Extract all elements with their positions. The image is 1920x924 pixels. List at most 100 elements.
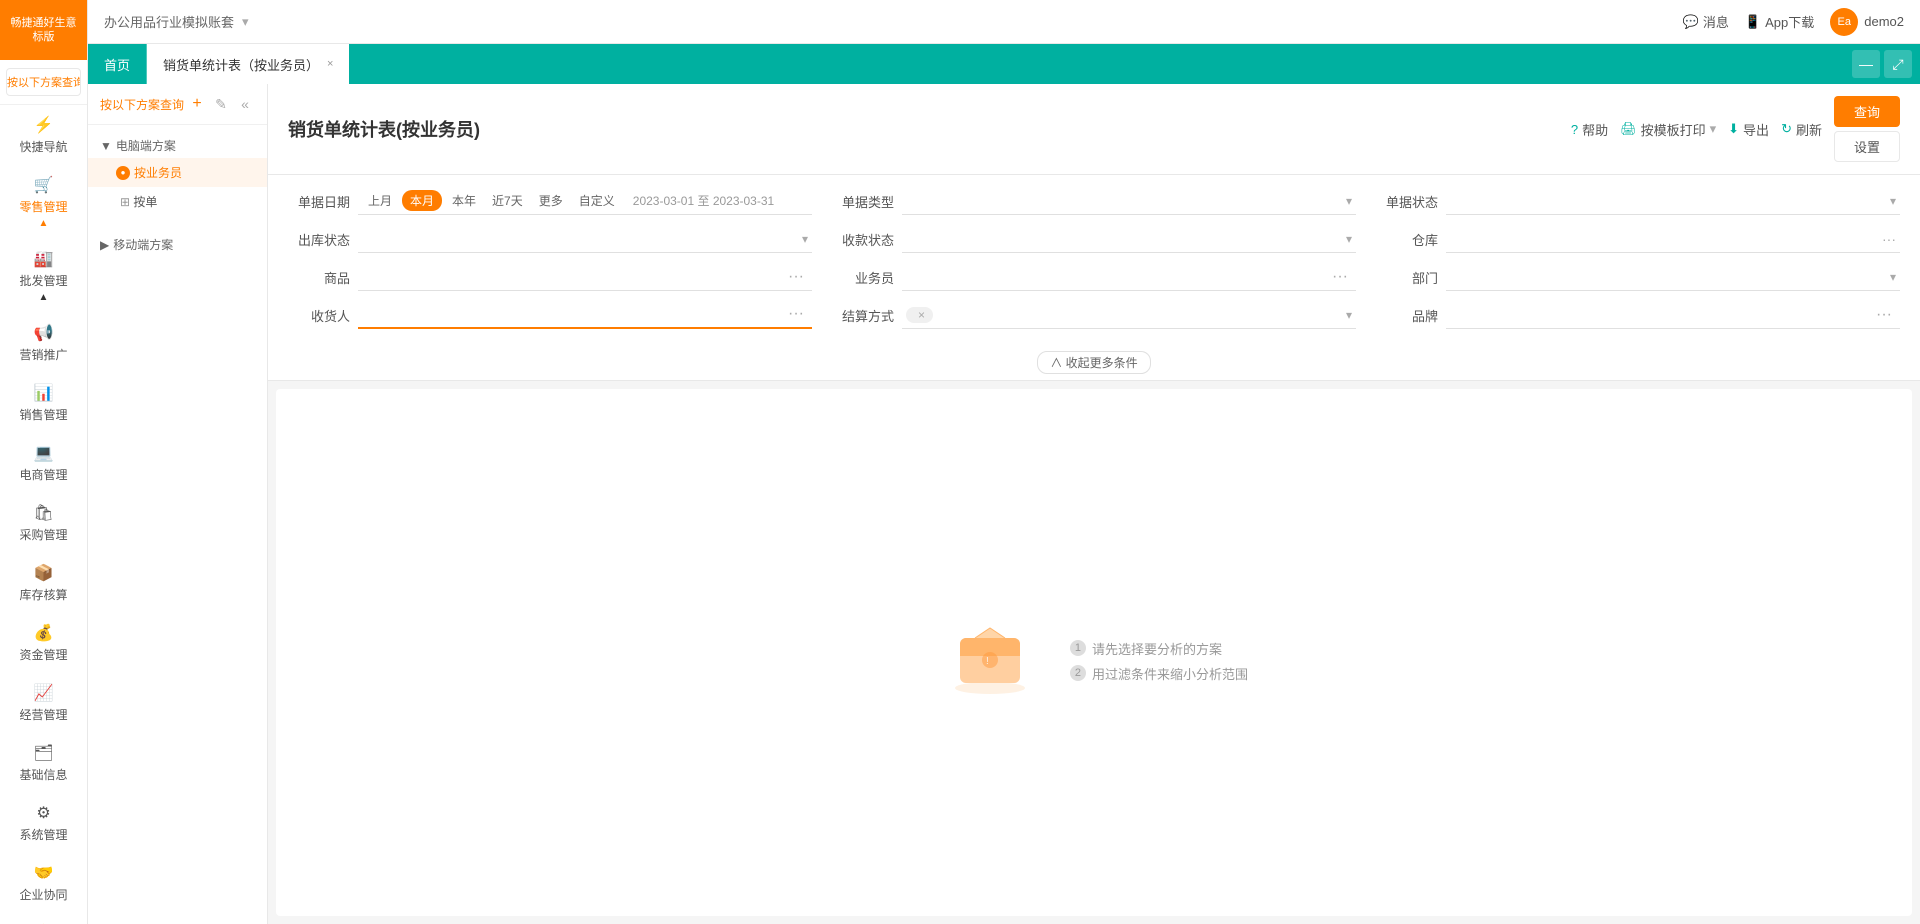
search-menu-button[interactable]: 按以下方案查询	[6, 68, 81, 96]
empty-illustration: !	[940, 608, 1040, 698]
sidebar-item-label: 企业协同	[19, 886, 67, 903]
goods-filter: 商品 ···	[288, 263, 812, 291]
avatar: Ea	[1830, 8, 1858, 36]
message-icon: 💬	[1683, 14, 1699, 30]
print-btn[interactable]: 🖨 按模板打印 ▾	[1620, 120, 1716, 139]
collapse-more-btn[interactable]: ∧ 收起更多条件	[1037, 351, 1150, 374]
order-status-chevron: ▾	[1890, 194, 1896, 208]
consignee-filter: 收货人 ···	[288, 301, 812, 329]
salesman-control[interactable]: ···	[902, 263, 1356, 291]
sidebar: 畅捷通好生意 标版 按以下方案查询 ⚡ 快捷导航 🛒 零售管理 ▲ 🏭 批发管理…	[0, 0, 88, 924]
brand-dots[interactable]: ···	[1872, 306, 1896, 324]
setting-button[interactable]: 设置	[1834, 131, 1900, 162]
sidebar-item-wholesale[interactable]: 🏭 批发管理 ▲	[0, 239, 87, 313]
app-logo[interactable]: 畅捷通好生意 标版	[0, 0, 88, 60]
warehouse-dots[interactable]: ···	[1882, 231, 1896, 247]
sidebar-item-system[interactable]: ⚙ 系统管理	[0, 793, 87, 853]
sidebar-item-label: 资金管理	[19, 646, 67, 663]
dept-control[interactable]: ▾	[1446, 263, 1900, 291]
add-scheme-btn[interactable]: +	[187, 94, 207, 114]
sidebar-item-finance[interactable]: 💰 资金管理	[0, 613, 87, 673]
query-button[interactable]: 查询	[1834, 96, 1900, 127]
order-status-control[interactable]: ▾	[1446, 187, 1900, 215]
out-status-control[interactable]: ▾	[358, 225, 812, 253]
tab-active[interactable]: 销货单统计表（按业务员） ×	[147, 44, 349, 84]
hint-item-1: 1 请先选择要分析的方案	[1070, 639, 1248, 658]
breadcrumb-area: 办公用品行业模拟账套 ▾	[104, 12, 249, 31]
tab-expand-btn[interactable]: ⤢	[1884, 50, 1912, 78]
system-icon: ⚙	[36, 803, 50, 823]
app-download-label: App下载	[1765, 12, 1814, 31]
mobile-section-header[interactable]: ▶ 移动端方案	[88, 232, 267, 257]
tab-home[interactable]: 首页	[88, 44, 147, 84]
settlement-filter: 结算方式 × ▾	[832, 301, 1356, 329]
breadcrumb-chevron: ▾	[242, 14, 249, 30]
user-menu[interactable]: Ea demo2	[1830, 8, 1904, 36]
top-header: 办公用品行业模拟账套 ▾ 💬 消息 📱 App下载 Ea demo2	[88, 0, 1920, 44]
filter-row-2: 出库状态 ▾ 收款状态 ▾ 仓库	[288, 225, 1900, 253]
main-area: 办公用品行业模拟账套 ▾ 💬 消息 📱 App下载 Ea demo2 首页	[88, 0, 1920, 924]
sidebar-item-quick-nav[interactable]: ⚡ 快捷导航	[0, 105, 87, 165]
print-chevron: ▾	[1710, 121, 1717, 137]
sidebar-item-inventory[interactable]: 📦 库存核算	[0, 553, 87, 613]
goods-control[interactable]: ···	[358, 263, 812, 291]
consignee-control[interactable]: ···	[358, 301, 812, 329]
sidebar-item-label: 采购管理	[19, 526, 67, 543]
pay-status-control[interactable]: ▾	[902, 225, 1356, 253]
sidebar-item-basic[interactable]: 🗂 基础信息	[0, 733, 87, 793]
app-download-icon: 📱	[1745, 14, 1761, 30]
date-range-display: 2023-03-01 至 2023-03-31	[633, 192, 774, 209]
warehouse-control[interactable]: ···	[1446, 225, 1900, 253]
wholesale-icon: 🏭	[34, 249, 54, 269]
help-btn[interactable]: ? 帮助	[1571, 120, 1608, 139]
finance-icon: 💰	[34, 623, 54, 643]
salesman-label: 业务员	[832, 268, 902, 287]
tab-bar: 首页 销货单统计表（按业务员） × — ⤢	[88, 44, 1920, 84]
goods-dots[interactable]: ···	[784, 268, 808, 286]
date-tab-more[interactable]: 更多	[533, 190, 569, 211]
settlement-control[interactable]: × ▾	[902, 301, 1356, 329]
brand-control[interactable]: ···	[1446, 301, 1900, 329]
sidebar-item-label: 系统管理	[19, 826, 67, 843]
app-download-btn[interactable]: 📱 App下载	[1745, 12, 1814, 31]
scheme-salesman[interactable]: ● 按业务员	[88, 158, 267, 187]
date-control: 上月 本月 本年 近7天 更多 自定义 2023-03-01 至 2023-03…	[358, 187, 812, 215]
refresh-btn[interactable]: ↻ 刷新	[1781, 120, 1822, 139]
consignee-dots[interactable]: ···	[784, 305, 808, 323]
help-icon: ?	[1571, 122, 1578, 137]
sidebar-item-retail[interactable]: 🛒 零售管理 ▲	[0, 165, 87, 239]
sidebar-item-ecommerce[interactable]: 💻 电商管理	[0, 433, 87, 493]
svg-text:!: !	[986, 656, 989, 667]
tab-collapse-btn[interactable]: —	[1852, 50, 1880, 78]
collapse-panel-btn[interactable]: «	[235, 94, 255, 114]
export-btn[interactable]: ⬇ 导出	[1728, 120, 1769, 139]
scheme-order[interactable]: ⊞ 按单	[88, 187, 267, 216]
date-tab-last-month[interactable]: 上月	[362, 190, 398, 211]
sidebar-item-enterprise[interactable]: 🤝 企业协同	[0, 853, 87, 913]
sidebar-item-marketing[interactable]: 📢 营销推广	[0, 313, 87, 373]
sidebar-item-operations[interactable]: 📈 经营管理	[0, 673, 87, 733]
edit-scheme-btn[interactable]: ✎	[211, 94, 231, 114]
dept-filter: 部门 ▾	[1376, 263, 1900, 291]
basic-icon: 🗂	[33, 743, 53, 763]
tab-close-icon[interactable]: ×	[327, 58, 333, 70]
hint-item-2: 2 用过滤条件来缩小分析范围	[1070, 664, 1248, 683]
sales-icon: 📊	[34, 383, 54, 403]
order-type-chevron: ▾	[1346, 194, 1352, 208]
order-type-control[interactable]: ▾	[902, 187, 1356, 215]
date-tab-custom[interactable]: 自定义	[573, 190, 621, 211]
settlement-tag-close[interactable]: ×	[918, 308, 925, 322]
date-tab-this-year[interactable]: 本年	[446, 190, 482, 211]
sidebar-item-purchase[interactable]: 🛍 采购管理	[0, 493, 87, 553]
message-btn[interactable]: 💬 消息	[1683, 12, 1729, 31]
expand-icon: ▼	[100, 139, 112, 153]
date-tab-7days[interactable]: 近7天	[486, 190, 529, 211]
sidebar-item-guide[interactable]: 🌟 新手引导	[0, 913, 87, 924]
sidebar-item-sales[interactable]: 📊 销售管理	[0, 373, 87, 433]
scheme-order-label: 按单	[133, 195, 157, 209]
date-tab-this-month[interactable]: 本月	[402, 190, 442, 211]
sidebar-item-label: 快捷导航	[19, 138, 67, 155]
date-filter: 单据日期 上月 本月 本年 近7天 更多 自定义 2023-03-01 至 20…	[288, 187, 812, 215]
desktop-section-header[interactable]: ▼ 电脑端方案	[88, 133, 267, 158]
salesman-dots[interactable]: ···	[1328, 268, 1352, 286]
